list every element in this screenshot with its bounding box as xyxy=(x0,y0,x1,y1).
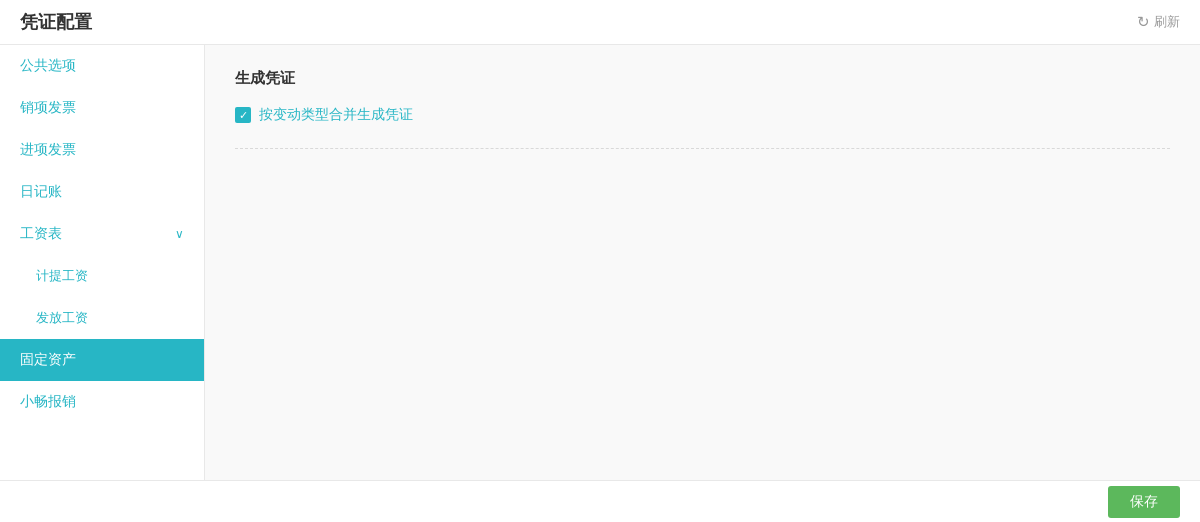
checkbox-label[interactable]: 按变动类型合并生成凭证 xyxy=(259,106,413,124)
sidebar-item-label: 进项发票 xyxy=(20,141,76,159)
sidebar: 公共选项 销项发票 进项发票 日记账 工资表 ∨ 计提工资 发放工资 固定资产 … xyxy=(0,45,205,480)
sidebar-item-journal[interactable]: 日记账 xyxy=(0,171,204,213)
page-title: 凭证配置 xyxy=(20,10,92,34)
sidebar-item-purchase-invoice[interactable]: 进项发票 xyxy=(0,129,204,171)
page-header: 凭证配置 ↻ 刷新 xyxy=(0,0,1200,45)
page-footer: 保存 xyxy=(0,480,1200,522)
checkmark-icon: ✓ xyxy=(239,110,248,121)
sidebar-item-label: 日记账 xyxy=(20,183,62,201)
sidebar-item-label: 公共选项 xyxy=(20,57,76,75)
sidebar-item-label: 固定资产 xyxy=(20,351,76,369)
chevron-down-icon: ∨ xyxy=(175,227,184,241)
sidebar-item-label: 工资表 xyxy=(20,225,62,243)
merge-checkbox[interactable]: ✓ xyxy=(235,107,251,123)
refresh-button[interactable]: ↻ 刷新 xyxy=(1137,13,1180,31)
sidebar-item-commission-payroll[interactable]: 计提工资 xyxy=(0,255,204,297)
main-content: 生成凭证 ✓ 按变动类型合并生成凭证 xyxy=(205,45,1200,480)
sidebar-item-fixed-assets[interactable]: 固定资产 xyxy=(0,339,204,381)
sidebar-item-payroll-table[interactable]: 工资表 ∨ xyxy=(0,213,204,255)
sidebar-item-distribute-payroll[interactable]: 发放工资 xyxy=(0,297,204,339)
save-button[interactable]: 保存 xyxy=(1108,486,1180,518)
sidebar-item-petty-expense[interactable]: 小畅报销 xyxy=(0,381,204,423)
section-title: 生成凭证 xyxy=(235,69,1170,88)
sidebar-item-label: 发放工资 xyxy=(36,309,88,327)
checkbox-row: ✓ 按变动类型合并生成凭证 xyxy=(235,106,1170,124)
sidebar-item-label: 小畅报销 xyxy=(20,393,76,411)
sidebar-item-public-options[interactable]: 公共选项 xyxy=(0,45,204,87)
content-area: 公共选项 销项发票 进项发票 日记账 工资表 ∨ 计提工资 发放工资 固定资产 … xyxy=(0,45,1200,480)
refresh-icon: ↻ xyxy=(1137,13,1150,31)
refresh-label: 刷新 xyxy=(1154,13,1180,31)
section-divider xyxy=(235,148,1170,149)
sidebar-item-sales-invoice[interactable]: 销项发票 xyxy=(0,87,204,129)
sidebar-item-label: 销项发票 xyxy=(20,99,76,117)
sidebar-item-label: 计提工资 xyxy=(36,267,88,285)
